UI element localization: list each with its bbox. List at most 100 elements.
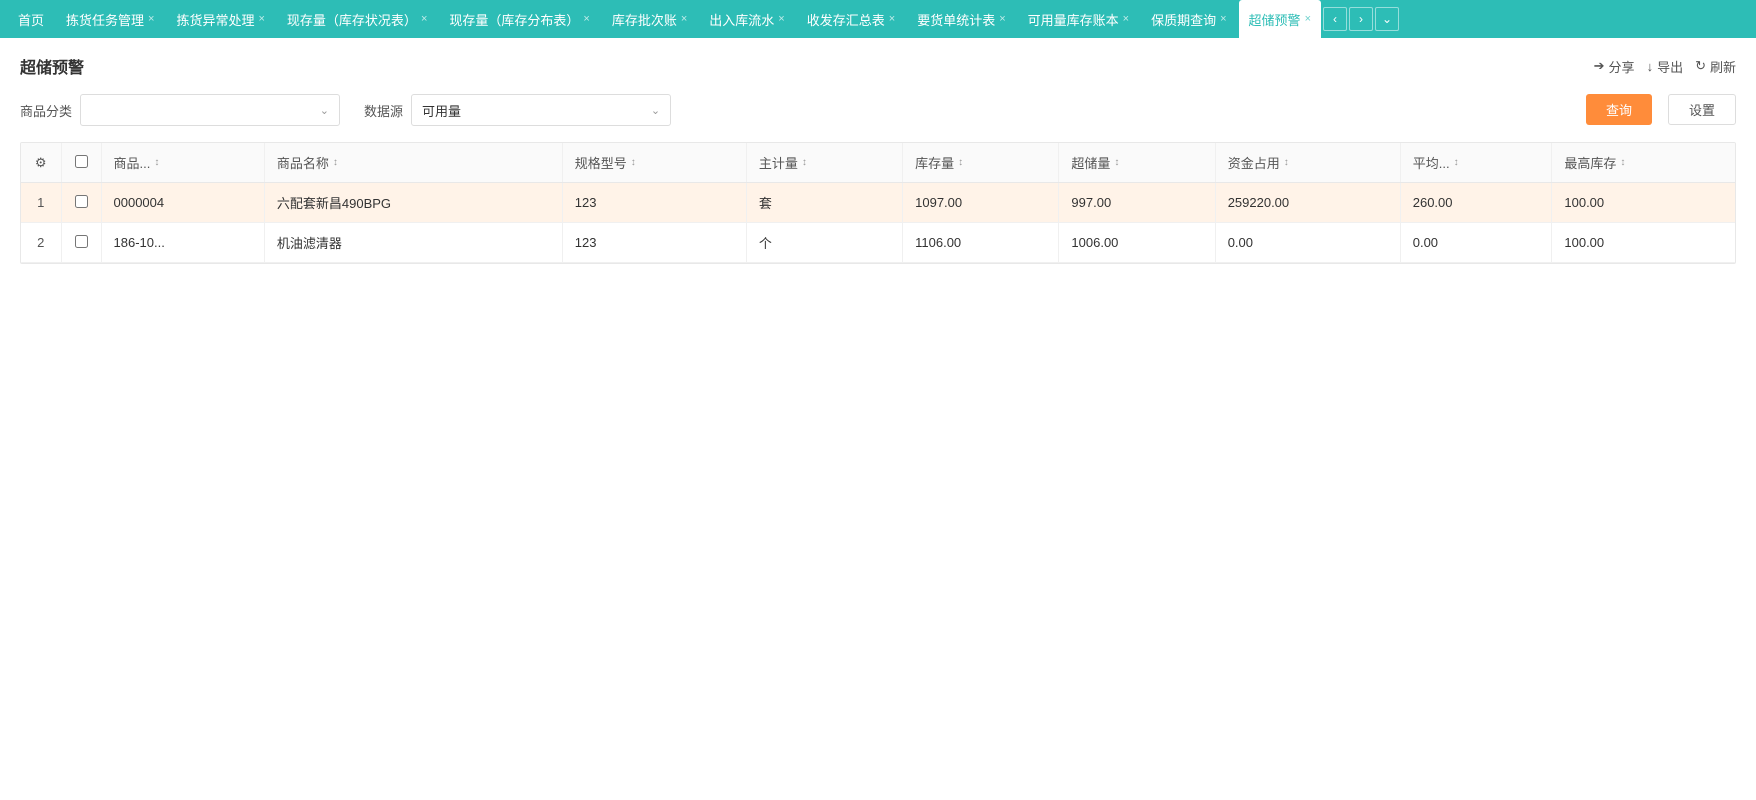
row-over-stock-1: 997.00 [1059, 183, 1215, 223]
table-header-row: ⚙ 商品... ↕ 商品名称 ↕ [21, 143, 1735, 183]
close-icon[interactable]: × [421, 13, 427, 25]
row-num-1: 1 [21, 183, 61, 223]
nav-home[interactable]: 首页 [8, 0, 54, 38]
close-icon[interactable]: × [1123, 13, 1129, 25]
page-header: 超储预警 ➔ 分享 ↓ 导出 ↻ 刷新 [20, 54, 1736, 78]
category-filter: 商品分类 ⌄ [20, 94, 340, 126]
row-capital-1: 259220.00 [1215, 183, 1400, 223]
sort-icon: ↕ [333, 157, 338, 168]
header-actions: ➔ 分享 ↓ 导出 ↻ 刷新 [1594, 57, 1736, 76]
nav-prev-arrow[interactable]: ‹ [1323, 7, 1347, 31]
sort-icon: ↕ [631, 157, 636, 168]
row-checkbox-2[interactable] [61, 223, 101, 263]
row-product-name-1: 六配套新昌490BPG [264, 183, 562, 223]
close-icon[interactable]: × [778, 13, 784, 25]
export-button[interactable]: ↓ 导出 [1647, 57, 1684, 76]
table-row: 2 186-10... 机油滤清器 123 个 1106.00 1006.00 … [21, 223, 1735, 263]
category-label: 商品分类 [20, 101, 72, 120]
sort-icon: ↕ [958, 157, 963, 168]
table-row: 1 0000004 六配套新昌490BPG 123 套 1097.00 997.… [21, 183, 1735, 223]
row-stock-1: 1097.00 [903, 183, 1059, 223]
sort-icon: ↕ [1114, 157, 1119, 168]
gear-icon[interactable]: ⚙ [35, 155, 47, 170]
row-product-name-2: 机油滤清器 [264, 223, 562, 263]
th-capital[interactable]: 资金占用 ↕ [1215, 143, 1400, 183]
row-product-code-2: 186-10... [101, 223, 264, 263]
data-table: ⚙ 商品... ↕ 商品名称 ↕ [21, 143, 1735, 263]
sort-icon: ↕ [154, 157, 159, 168]
row-avg-1: 260.00 [1400, 183, 1552, 223]
th-checkbox [61, 143, 101, 183]
datasource-select-value: 可用量 [422, 101, 461, 120]
export-icon: ↓ [1647, 59, 1654, 74]
nav-tab-2[interactable]: 拣货异常处理 × [166, 0, 274, 38]
chevron-down-icon: ⌄ [320, 104, 329, 117]
row-max-stock-1: 100.00 [1552, 183, 1735, 223]
page-title: 超储预警 [20, 54, 84, 78]
row-capital-2: 0.00 [1215, 223, 1400, 263]
datasource-filter: 数据源 可用量 ⌄ [364, 94, 671, 126]
nav-tab-1[interactable]: 拣货任务管理 × [56, 0, 164, 38]
th-settings: ⚙ [21, 143, 61, 183]
nav-tab-6[interactable]: 出入库流水 × [699, 0, 794, 38]
th-product-name[interactable]: 商品名称 ↕ [264, 143, 562, 183]
close-icon[interactable]: × [148, 13, 154, 25]
nav-tab-3[interactable]: 现存量（库存状况表） × [277, 0, 437, 38]
nav-tab-7[interactable]: 收发存汇总表 × [797, 0, 905, 38]
close-icon[interactable]: × [258, 13, 264, 25]
row-checkbox[interactable] [75, 235, 88, 248]
th-product-code[interactable]: 商品... ↕ [101, 143, 264, 183]
close-icon[interactable]: × [681, 13, 687, 25]
refresh-button[interactable]: ↻ 刷新 [1695, 57, 1736, 76]
th-spec[interactable]: 规格型号 ↕ [562, 143, 746, 183]
close-icon[interactable]: × [1305, 13, 1311, 25]
row-spec-2: 123 [562, 223, 746, 263]
chevron-down-icon: ⌄ [651, 104, 660, 117]
row-avg-2: 0.00 [1400, 223, 1552, 263]
nav-tab-5[interactable]: 库存批次账 × [602, 0, 697, 38]
query-button[interactable]: 查询 [1586, 94, 1652, 125]
close-icon[interactable]: × [889, 13, 895, 25]
datasource-label: 数据源 [364, 101, 403, 120]
th-stock[interactable]: 库存量 ↕ [903, 143, 1059, 183]
close-icon[interactable]: × [999, 13, 1005, 25]
row-stock-2: 1106.00 [903, 223, 1059, 263]
sort-icon: ↕ [1454, 157, 1459, 168]
share-icon: ➔ [1594, 58, 1605, 74]
close-icon[interactable]: × [1220, 13, 1226, 25]
nav-tab-4[interactable]: 现存量（库存分布表） × [439, 0, 599, 38]
settings-button[interactable]: 设置 [1668, 94, 1736, 125]
th-max-stock[interactable]: 最高库存 ↕ [1552, 143, 1735, 183]
sort-icon: ↕ [802, 157, 807, 168]
row-spec-1: 123 [562, 183, 746, 223]
nav-bar: 首页 拣货任务管理 × 拣货异常处理 × 现存量（库存状况表） × 现存量（库存… [0, 0, 1756, 38]
datasource-select[interactable]: 可用量 ⌄ [411, 94, 671, 126]
nav-menu-arrow[interactable]: ⌄ [1375, 7, 1399, 31]
row-unit-2: 个 [746, 223, 902, 263]
th-avg[interactable]: 平均... ↕ [1400, 143, 1552, 183]
nav-tab-8[interactable]: 要货单统计表 × [907, 0, 1015, 38]
row-checkbox[interactable] [75, 195, 88, 208]
refresh-icon: ↻ [1695, 58, 1706, 74]
row-checkbox-1[interactable] [61, 183, 101, 223]
category-select[interactable]: ⌄ [80, 94, 340, 126]
nav-next-arrow[interactable]: › [1349, 7, 1373, 31]
page-container: 超储预警 ➔ 分享 ↓ 导出 ↻ 刷新 商品分类 ⌄ 数据源 [0, 38, 1756, 800]
row-product-code-1: 0000004 [101, 183, 264, 223]
nav-tab-10[interactable]: 保质期查询 × [1141, 0, 1236, 38]
filter-buttons: 查询 设置 [1586, 94, 1736, 125]
select-all-checkbox[interactable] [75, 155, 88, 168]
filter-area: 商品分类 ⌄ 数据源 可用量 ⌄ 查询 设置 [20, 94, 1736, 126]
row-max-stock-2: 100.00 [1552, 223, 1735, 263]
share-button[interactable]: ➔ 分享 [1594, 57, 1635, 76]
data-table-wrapper: ⚙ 商品... ↕ 商品名称 ↕ [20, 142, 1736, 264]
sort-icon: ↕ [1620, 157, 1625, 168]
nav-tab-9[interactable]: 可用量库存账本 × [1018, 0, 1139, 38]
row-unit-1: 套 [746, 183, 902, 223]
sort-icon: ↕ [1284, 157, 1289, 168]
th-unit[interactable]: 主计量 ↕ [746, 143, 902, 183]
th-over-stock[interactable]: 超储量 ↕ [1059, 143, 1215, 183]
close-icon[interactable]: × [583, 13, 589, 25]
nav-tab-active[interactable]: 超储预警 × [1239, 0, 1321, 38]
row-over-stock-2: 1006.00 [1059, 223, 1215, 263]
